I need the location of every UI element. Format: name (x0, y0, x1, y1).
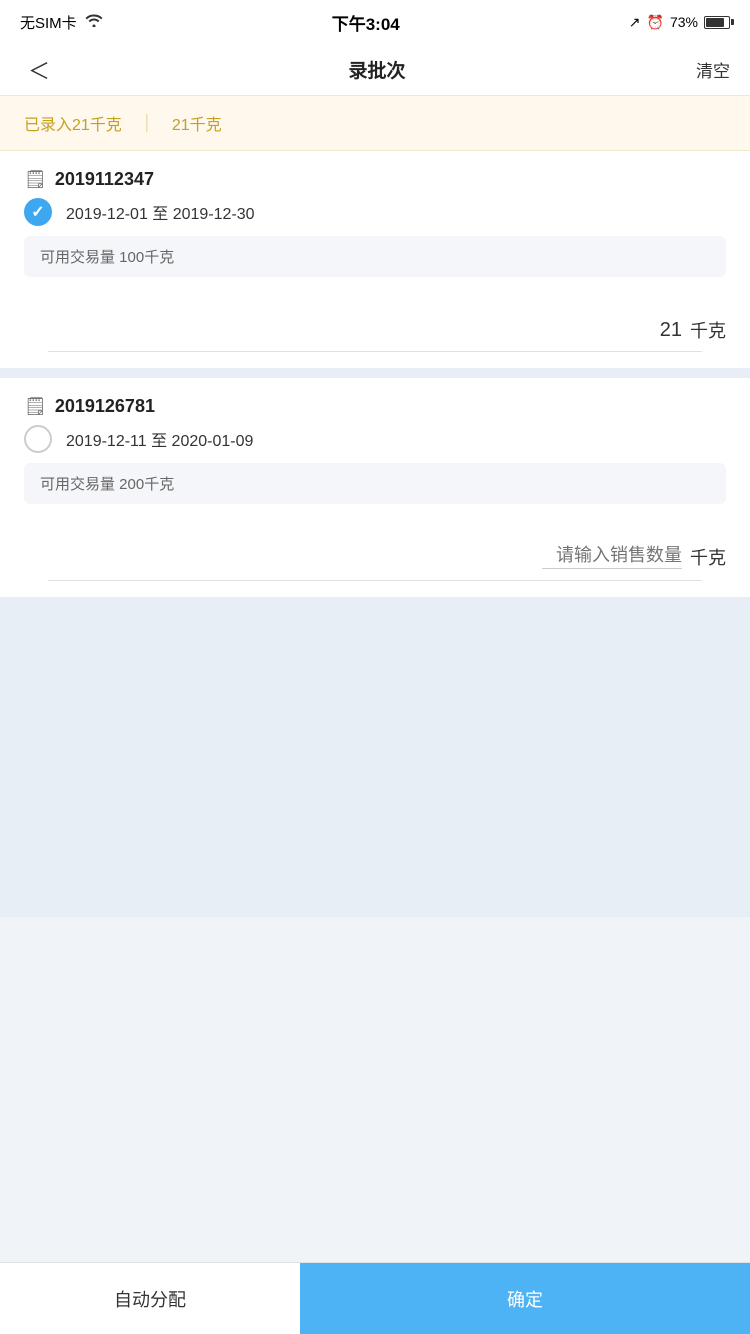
status-right: ↗ ⏰ 73% (629, 14, 730, 31)
batch-item-1: 🗒 2019112347 ✓ 2019-12-01 至 2019-12-30 可… (0, 151, 750, 368)
battery-icon (704, 16, 730, 29)
wifi-icon (85, 13, 103, 31)
batch-2-unit: 千克 (690, 544, 726, 570)
summary-divider: ｜ (138, 110, 156, 136)
batch-1-date-row: ✓ 2019-12-01 至 2019-12-30 (24, 198, 726, 226)
batch-1-available: 可用交易量 100千克 (24, 236, 726, 277)
section-separator (0, 368, 750, 378)
summary-banner: 已录入21千克 ｜ 21千克 (0, 96, 750, 151)
batch-2-quantity-input[interactable] (542, 545, 682, 569)
batch-1-date: 2019-12-01 至 2019-12-30 (66, 200, 255, 224)
batch-1-icon: 🗒 (24, 169, 47, 190)
batch-2-date: 2019-12-11 至 2020-01-09 (66, 427, 253, 451)
batch-1-id: 2019112347 (55, 169, 154, 190)
batch-item-2: 🗒 2019126781 2019-12-11 至 2020-01-09 可用交… (0, 378, 750, 597)
carrier-text: 无SIM卡 (20, 12, 77, 33)
nav-bar: ＜ 录批次 清空 (0, 44, 750, 96)
batch-2-id: 2019126781 (55, 396, 155, 417)
confirm-button[interactable]: 确定 (300, 1263, 750, 1334)
batch-2-radio[interactable] (24, 425, 52, 453)
auto-distribute-button[interactable]: 自动分配 (0, 1263, 300, 1334)
alarm-icon: ⏰ (647, 14, 664, 31)
batch-2-date-row: 2019-12-11 至 2020-01-09 (24, 425, 726, 453)
batch-2-header: 🗒 2019126781 (24, 396, 726, 417)
status-bar: 无SIM卡 下午3:04 ↗ ⏰ 73% (0, 0, 750, 44)
location-icon: ↗ (629, 14, 641, 31)
battery-percentage: 73% (670, 14, 698, 30)
check-icon: ✓ (31, 202, 44, 222)
batch-1-header: 🗒 2019112347 (24, 169, 726, 190)
status-time: 下午3:04 (332, 10, 400, 35)
page-title: 录批次 (349, 56, 406, 83)
status-left: 无SIM卡 (20, 12, 103, 33)
batch-1-quantity-value: 21 (660, 319, 682, 342)
bottom-bar: 自动分配 确定 (0, 1262, 750, 1334)
back-button[interactable]: ＜ (20, 46, 58, 94)
batch-2-available: 可用交易量 200千克 (24, 463, 726, 504)
summary-total: 21千克 (172, 111, 222, 135)
batch-2-icon: 🗒 (24, 396, 47, 417)
batch-1-quantity-row: 21 千克 (0, 307, 750, 343)
batch-2-quantity-row: 千克 (0, 534, 750, 574)
summary-recorded: 已录入21千克 (24, 111, 122, 135)
empty-area (0, 597, 750, 917)
batch-1-quantity-unit: 千克 (690, 317, 726, 343)
clear-button[interactable]: 清空 (696, 57, 730, 82)
batch-1-radio[interactable]: ✓ (24, 198, 52, 226)
